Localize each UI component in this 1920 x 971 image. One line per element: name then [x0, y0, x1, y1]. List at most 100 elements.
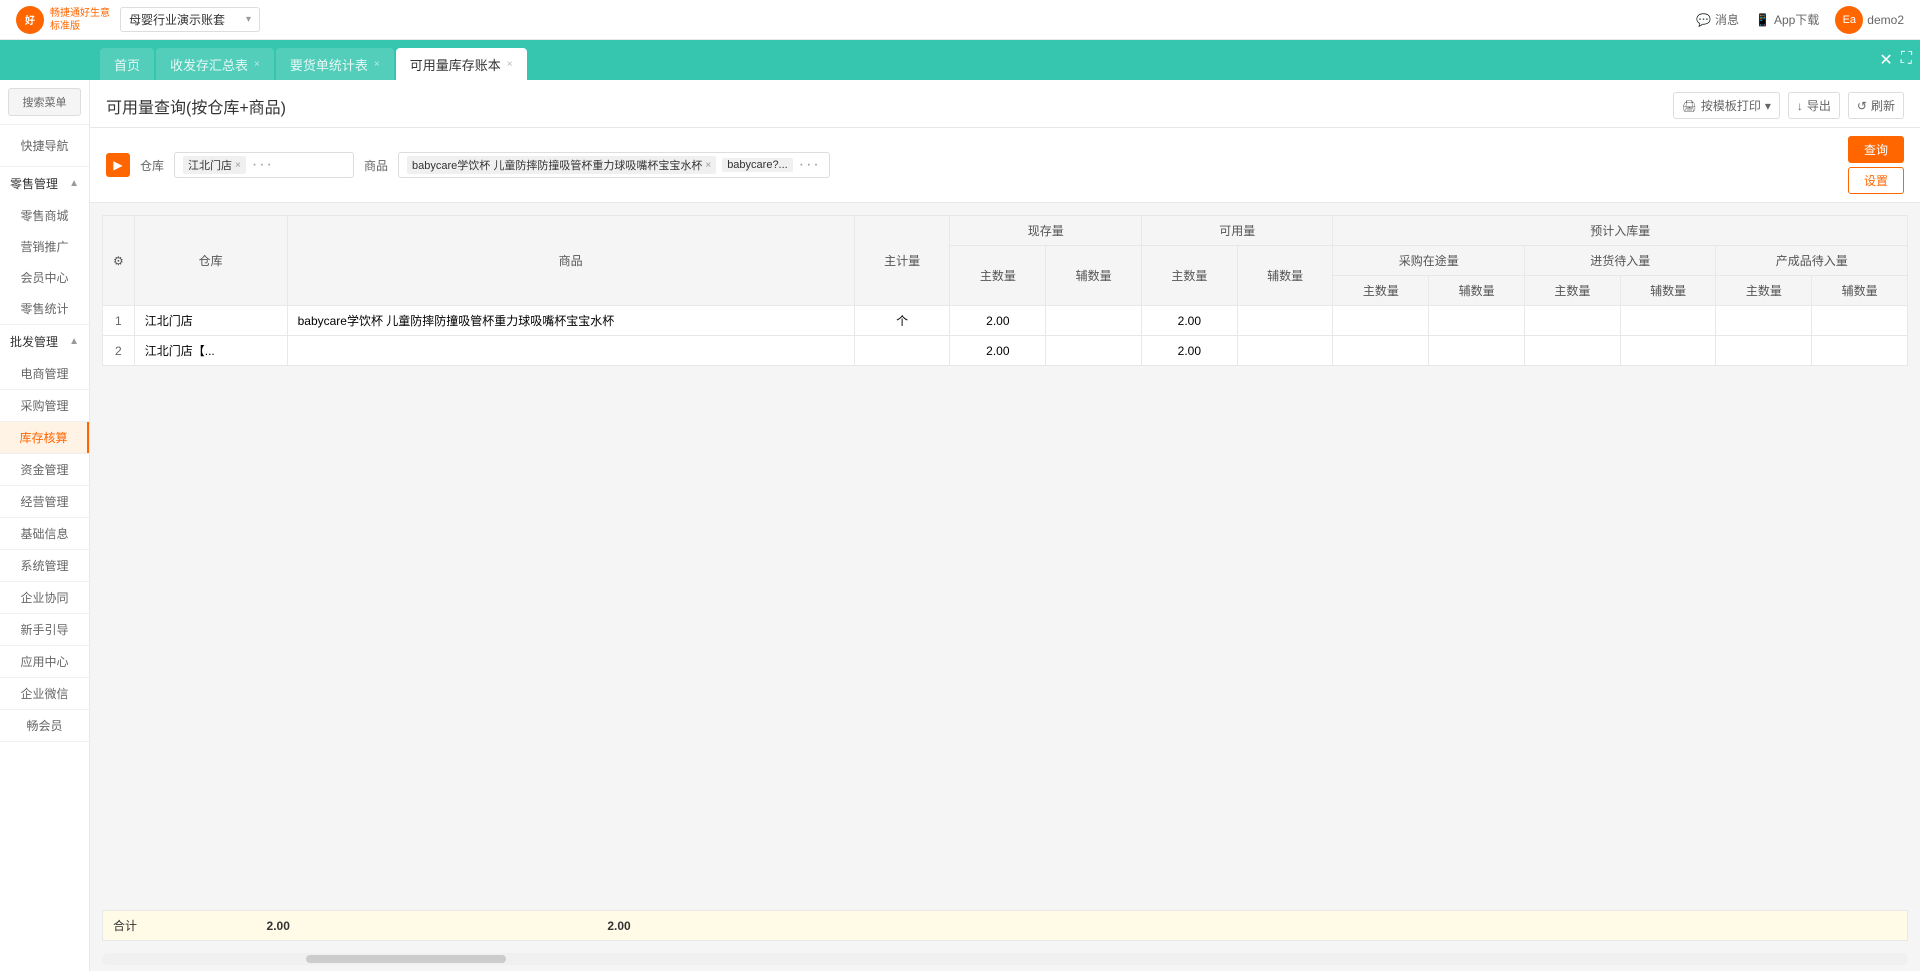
th-settings[interactable]: ⚙ — [103, 216, 135, 306]
sidebar-item-basic[interactable]: 基础信息 — [0, 518, 89, 549]
scrollbar-area[interactable] — [102, 953, 1908, 965]
footer-available-aux — [704, 919, 874, 933]
th-production-arrive-aux: 辅数量 — [1812, 276, 1908, 306]
tab-home[interactable]: 首页 — [100, 48, 154, 80]
tab-expand-icon[interactable]: ⛶ — [1901, 50, 1912, 70]
row-num-0: 1 — [103, 306, 135, 336]
sidebar-item-wechat[interactable]: 企业微信 — [0, 678, 89, 709]
content-area: 可用量查询(按仓库+商品) 🖨 按模板打印 ▾ ↓ 导出 ↺ 刷新 ▶ — [90, 80, 1920, 971]
sidebar-item-member[interactable]: 畅会员 — [0, 710, 89, 741]
tab-home-label: 首页 — [114, 55, 140, 74]
tab-receivepay-close[interactable]: × — [254, 59, 260, 70]
query-btn[interactable]: 查询 — [1848, 136, 1904, 163]
row-stock-main-1: 2.00 — [950, 336, 1046, 366]
footer-pt-main — [875, 919, 1045, 933]
th-product: 商品 — [287, 216, 854, 306]
row-stock-aux-1 — [1046, 336, 1142, 366]
page-title: 可用量查询(按仓库+商品) — [106, 94, 286, 118]
sidebar-section-retail-title[interactable]: 零售管理 ▲ — [0, 167, 89, 200]
tab-close-all-icon[interactable]: ✕ — [1879, 50, 1892, 70]
warehouse-tag-remove[interactable]: × — [235, 160, 241, 171]
footer-label: 合计 — [113, 917, 193, 934]
export-icon: ↓ — [1797, 99, 1803, 113]
tab-purchasestat-close[interactable]: × — [374, 59, 380, 70]
row-stock-main-0: 2.00 — [950, 306, 1046, 336]
row-num-1: 2 — [103, 336, 135, 366]
top-bar-right: 💬 消息 📱 App下载 Ea demo2 — [1696, 6, 1904, 34]
warehouse-tag-value: 江北门店 — [188, 157, 232, 173]
warehouse-more-dots[interactable]: ··· — [252, 156, 274, 174]
footer-pt-aux — [1045, 919, 1215, 933]
th-available-aux: 辅数量 — [1237, 246, 1333, 306]
product-more-dots[interactable]: ··· — [799, 156, 821, 174]
message-label: 消息 — [1715, 11, 1739, 28]
footer-available-main: 2.00 — [534, 919, 704, 933]
sidebar-item-newguide[interactable]: 新手引导 — [0, 614, 89, 645]
print-arrow-icon: ▾ — [1765, 99, 1771, 113]
print-template-btn[interactable]: 🖨 按模板打印 ▾ — [1673, 92, 1780, 119]
row-pt-aux-0 — [1429, 306, 1525, 336]
row-warehouse-1: 江北门店【... — [134, 336, 287, 366]
row-product-1 — [287, 336, 854, 366]
tab-available[interactable]: 可用量库存账本 × — [396, 48, 527, 80]
sidebar-section-basic: 基础信息 — [0, 518, 89, 550]
sidebar-item-enterprise[interactable]: 企业协同 — [0, 582, 89, 613]
message-btn[interactable]: 💬 消息 — [1696, 11, 1739, 28]
th-purchase-arrive-group: 进货待入量 — [1524, 246, 1716, 276]
footer-pa-main — [1215, 919, 1385, 933]
tab-receivepay[interactable]: 收发存汇总表 × — [156, 48, 274, 80]
sidebar-item-finance[interactable]: 资金管理 — [0, 454, 89, 485]
setting-btn[interactable]: 设置 — [1848, 167, 1904, 194]
row-product-0: babycare学饮杯 儿童防摔防撞吸管杯重力球吸嘴杯宝宝水杯 — [287, 306, 854, 336]
warehouse-input[interactable]: 江北门店 × ··· — [174, 152, 354, 178]
row-available-main-1: 2.00 — [1141, 336, 1237, 366]
row-pa-main-1 — [1524, 336, 1620, 366]
tab-purchasestat[interactable]: 要货单统计表 × — [276, 48, 394, 80]
row-stock-aux-0 — [1046, 306, 1142, 336]
sidebar-section-finance: 资金管理 — [0, 454, 89, 486]
export-btn[interactable]: ↓ 导出 — [1788, 92, 1840, 119]
print-label: 按模板打印 — [1701, 97, 1761, 114]
footer-stock-main: 2.00 — [193, 919, 363, 933]
export-label: 导出 — [1807, 97, 1831, 114]
app-download-btn[interactable]: 📱 App下载 — [1755, 11, 1819, 28]
row-prod-main-1 — [1716, 336, 1812, 366]
sidebar-section-newguide: 新手引导 — [0, 614, 89, 646]
refresh-btn[interactable]: ↺ 刷新 — [1848, 92, 1904, 119]
top-bar-left: 好 畅捷通好生意 标准版 母婴行业演示账套 ▾ — [16, 6, 260, 34]
product-tag-1-remove[interactable]: × — [705, 160, 711, 171]
sidebar-item-inventory[interactable]: 库存核算 — [0, 422, 89, 453]
logo-text: 畅捷通好生意 标准版 — [50, 7, 110, 33]
tab-available-close[interactable]: × — [507, 59, 513, 70]
filter-expand-btn[interactable]: ▶ — [106, 153, 130, 177]
org-selector[interactable]: 母婴行业演示账套 ▾ — [120, 7, 260, 32]
row-unit-1 — [854, 336, 950, 366]
sidebar-item-purchase[interactable]: 采购管理 — [0, 390, 89, 421]
sidebar-item-ecommerce[interactable]: 电商管理 — [0, 358, 89, 389]
org-dropdown-arrow: ▾ — [246, 14, 251, 25]
sidebar-section-appcenter: 应用中心 — [0, 646, 89, 678]
product-input[interactable]: babycare学饮杯 儿童防摔防撞吸管杯重力球吸嘴杯宝宝水杯 × babyca… — [398, 152, 830, 178]
sidebar-item-shortcut[interactable]: 快捷导航 — [0, 129, 89, 162]
sidebar-item-retail-stats[interactable]: 零售统计 — [0, 293, 89, 324]
logo-line1: 畅捷通好生意 — [50, 7, 110, 20]
sidebar-section-wholesale-title[interactable]: 批发管理 ▲ — [0, 325, 89, 358]
sidebar-item-member-center[interactable]: 会员中心 — [0, 262, 89, 293]
sidebar-item-marketing[interactable]: 营销推广 — [0, 231, 89, 262]
th-stock-aux: 辅数量 — [1046, 246, 1142, 306]
th-purchase-transit-group: 采购在途量 — [1333, 246, 1525, 276]
sidebar: 搜索菜单 快捷导航 零售管理 ▲ 零售商城 营销推广 会员中心 零售统计 批发管… — [0, 80, 90, 971]
sidebar-item-operation[interactable]: 经营管理 — [0, 486, 89, 517]
retail-arrow-icon: ▲ — [69, 178, 79, 189]
user-avatar-area[interactable]: Ea demo2 — [1835, 6, 1904, 34]
search-menu-btn[interactable]: 搜索菜单 — [8, 88, 81, 116]
th-purchase-transit-main: 主数量 — [1333, 276, 1429, 306]
sidebar-item-system[interactable]: 系统管理 — [0, 550, 89, 581]
settings-icon[interactable]: ⚙ — [113, 254, 124, 268]
sidebar-item-appcenter[interactable]: 应用中心 — [0, 646, 89, 677]
th-purchase-arrive-main: 主数量 — [1524, 276, 1620, 306]
scrollbar-thumb[interactable] — [306, 955, 506, 963]
table-footer: 合计 2.00 2.00 — [102, 910, 1908, 941]
sidebar-item-retail-mall[interactable]: 零售商城 — [0, 200, 89, 231]
row-prod-aux-0 — [1812, 306, 1908, 336]
